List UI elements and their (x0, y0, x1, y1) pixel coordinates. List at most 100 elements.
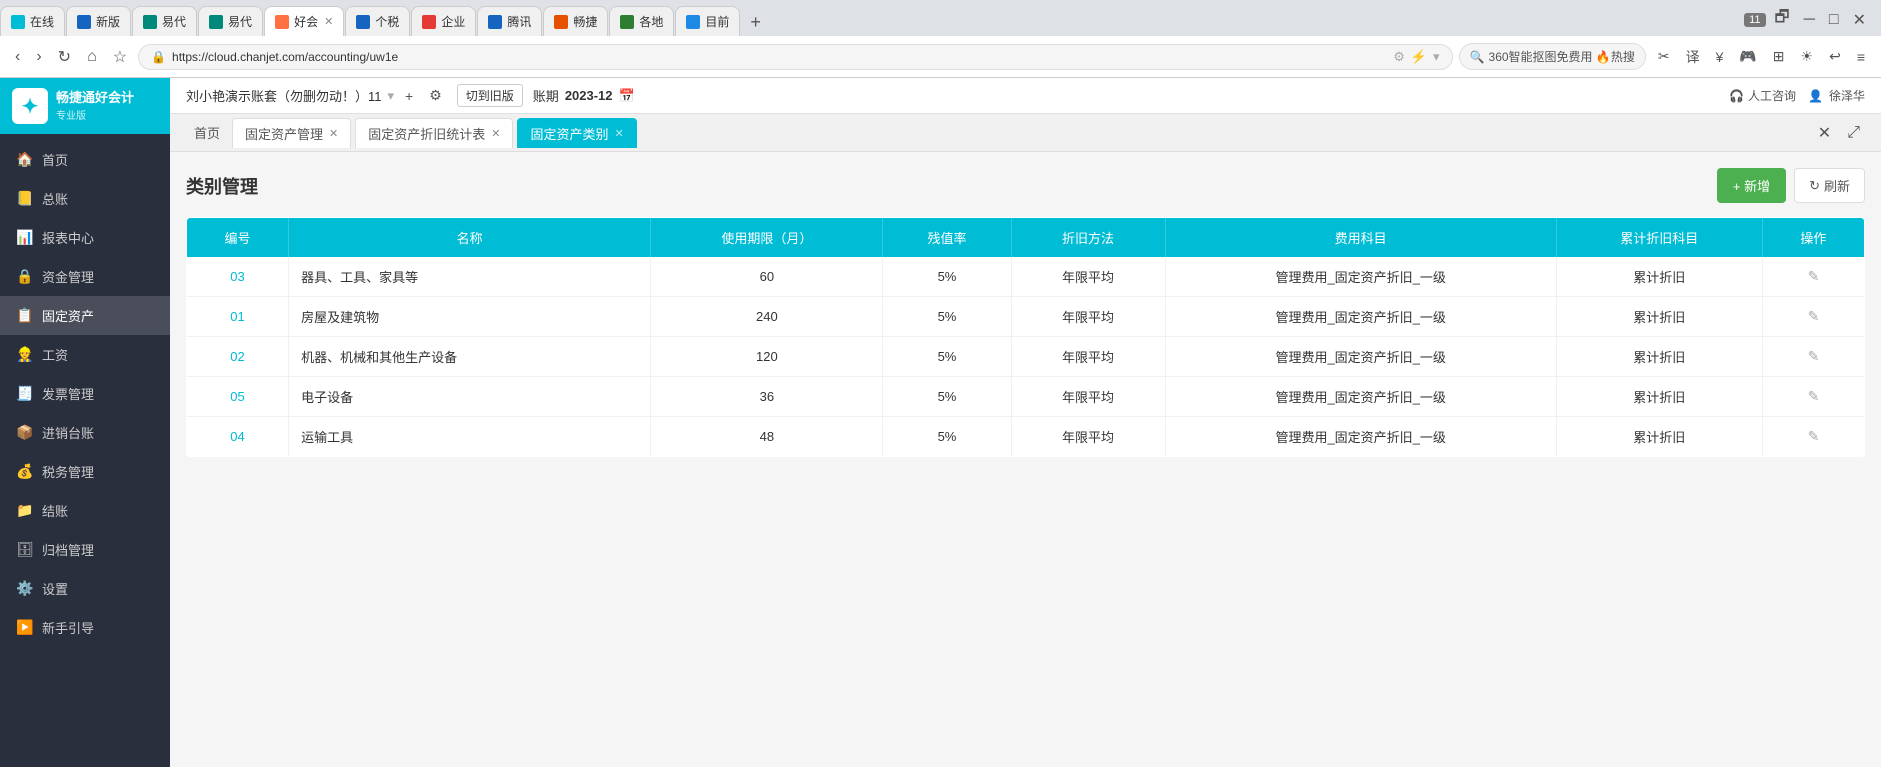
currency-icon[interactable]: ¥ (1710, 45, 1730, 69)
browser-tab-yidai2[interactable]: 易代 (198, 6, 263, 36)
tab-asset-mgmt-close[interactable]: ✕ (329, 127, 338, 140)
browser-tab-geshui[interactable]: 个税 (345, 6, 410, 36)
dropdown-arrow-icon[interactable]: ▾ (388, 88, 395, 104)
row-code-3[interactable]: 05 (187, 377, 289, 417)
tab-favicon (356, 15, 370, 29)
refresh-button[interactable]: ↻ 刷新 (1794, 168, 1865, 203)
browser-tab-yidai1[interactable]: 易代 (132, 6, 197, 36)
tab-favicon (554, 15, 568, 29)
row-code-1[interactable]: 01 (187, 297, 289, 337)
translate-icon[interactable]: 译 (1680, 43, 1706, 71)
refresh-icon: ↻ (1809, 178, 1820, 194)
sidebar-nav: 🏠 首页 📒 总账 📊 报表中心 🔒 资金管理 📋 固定资产 👷 工资 (0, 134, 170, 767)
calendar-icon[interactable]: 📅 (619, 88, 635, 104)
row-expense-4: 管理费用_固定资产折旧_一级 (1165, 417, 1556, 457)
search-box[interactable]: 🔍 360智能抠图免费用 🔥热搜 (1459, 43, 1646, 70)
refresh-label: 刷新 (1824, 176, 1850, 195)
close-window-button[interactable]: ✕ (1848, 7, 1871, 33)
browser-tab-muqian[interactable]: 目前 (675, 6, 740, 36)
menu-icon[interactable]: ≡ (1851, 45, 1871, 69)
row-code-0[interactable]: 03 (187, 257, 289, 297)
add-category-button[interactable]: + 新增 (1717, 168, 1786, 203)
sidebar-item-settings[interactable]: ⚙️ 设置 (0, 569, 170, 608)
sidebar-item-checkout[interactable]: 📁 结账 (0, 491, 170, 530)
sidebar-item-archive[interactable]: 🗄 归档管理 (0, 530, 170, 569)
browser-tab-zaixin[interactable]: 在线 (0, 6, 65, 36)
switch-version-button[interactable]: 切到旧版 (457, 84, 523, 107)
sidebar-item-inventory[interactable]: 📦 进销台账 (0, 413, 170, 452)
sidebar-item-home[interactable]: 🏠 首页 (0, 140, 170, 179)
breadcrumb-home[interactable]: 首页 (186, 119, 228, 146)
new-tab-button[interactable]: + (745, 9, 766, 36)
game-icon[interactable]: 🎮 (1733, 44, 1762, 69)
row-method-0: 年限平均 (1011, 257, 1165, 297)
row-action-2[interactable]: ✎ (1762, 337, 1864, 377)
restore-window-button[interactable]: 🗗 (1770, 3, 1795, 36)
tab-asset-category-close[interactable]: ✕ (615, 127, 624, 140)
expand-icon: ⚡ (1411, 49, 1427, 65)
undo-icon[interactable]: ↩ (1823, 44, 1847, 69)
row-action-1[interactable]: ✎ (1762, 297, 1864, 337)
sidebar-item-home-label: 首页 (42, 150, 68, 169)
settings-gear-button[interactable]: ⚙ (424, 84, 447, 107)
tab-depreciation-close[interactable]: ✕ (491, 127, 500, 140)
forward-button[interactable]: › (31, 45, 46, 69)
period-value: 2023-12 (565, 88, 613, 103)
tab-asset-category[interactable]: 固定资产类别 ✕ (517, 118, 636, 148)
minimize-button[interactable]: ─ (1799, 8, 1820, 32)
expand-tab-button[interactable]: ⤢ (1842, 120, 1865, 146)
browser-tab-changjie[interactable]: 畅捷 (543, 6, 608, 36)
scissors-icon[interactable]: ✂ (1652, 44, 1676, 69)
edit-icon-3[interactable]: ✎ (1808, 388, 1820, 404)
consult-button[interactable]: 🎧 人工咨询 (1729, 87, 1796, 104)
browser-tab-tengxun[interactable]: 腾讯 (477, 6, 542, 36)
tab-label: 个税 (375, 13, 399, 30)
close-tab-button[interactable]: ✕ (1813, 120, 1836, 146)
sidebar-item-salary[interactable]: 👷 工资 (0, 335, 170, 374)
sidebar-item-funds[interactable]: 🔒 资金管理 (0, 257, 170, 296)
maximize-button[interactable]: □ (1824, 8, 1844, 32)
bookmark-button[interactable]: ☆ (108, 44, 132, 70)
browser-tab-qiye[interactable]: 企业 (411, 6, 476, 36)
brightness-icon[interactable]: ☀ (1795, 44, 1820, 69)
user-name: 徐泽华 (1829, 87, 1865, 104)
row-action-3[interactable]: ✎ (1762, 377, 1864, 417)
reload-button[interactable]: ↻ (53, 44, 76, 70)
browser-tab-xinban[interactable]: 新版 (66, 6, 131, 36)
user-menu[interactable]: 👤 徐泽华 (1808, 87, 1865, 104)
edit-icon-4[interactable]: ✎ (1808, 428, 1820, 444)
page-header: 类别管理 + 新增 ↻ 刷新 (186, 168, 1865, 203)
edit-icon-0[interactable]: ✎ (1808, 268, 1820, 284)
row-code-2[interactable]: 02 (187, 337, 289, 377)
sidebar-item-archive-label: 归档管理 (42, 540, 94, 559)
tab-favicon (620, 15, 634, 29)
dropdown-icon[interactable]: ▾ (1433, 49, 1440, 65)
sidebar-item-reports[interactable]: 📊 报表中心 (0, 218, 170, 257)
tab-favicon (209, 15, 223, 29)
grid-icon[interactable]: ⊞ (1767, 44, 1791, 69)
tab-close-icon[interactable]: ✕ (324, 15, 333, 28)
sidebar-item-guide[interactable]: ▶️ 新手引导 (0, 608, 170, 647)
sidebar-item-ledger[interactable]: 📒 总账 (0, 179, 170, 218)
tab-asset-mgmt[interactable]: 固定资产管理 ✕ (232, 118, 351, 148)
row-action-0[interactable]: ✎ (1762, 257, 1864, 297)
edit-icon-2[interactable]: ✎ (1808, 348, 1820, 364)
browser-tab-haohui[interactable]: 好会 ✕ (264, 6, 344, 36)
sidebar-logo: ✦ 畅捷通好会计 专业版 (0, 78, 170, 134)
row-action-4[interactable]: ✎ (1762, 417, 1864, 457)
row-code-4[interactable]: 04 (187, 417, 289, 457)
sidebar-item-tax[interactable]: 💰 税务管理 (0, 452, 170, 491)
search-icon: 🔍 (1470, 50, 1485, 64)
edit-icon-1[interactable]: ✎ (1808, 308, 1820, 324)
col-method: 折旧方法 (1011, 218, 1165, 258)
tab-depreciation[interactable]: 固定资产折旧统计表 ✕ (355, 118, 513, 148)
sidebar-item-invoice[interactable]: 🧾 发票管理 (0, 374, 170, 413)
tab-favicon (143, 15, 157, 29)
sidebar-item-fixed-assets[interactable]: 📋 固定资产 (0, 296, 170, 335)
back-button[interactable]: ‹ (10, 45, 25, 69)
url-box[interactable]: 🔒 https://cloud.chanjet.com/accounting/u… (138, 44, 1452, 70)
browser-tab-gedi[interactable]: 各地 (609, 6, 674, 36)
add-account-button[interactable]: + (400, 85, 418, 107)
checkout-icon: 📁 (16, 502, 34, 520)
home-button[interactable]: ⌂ (82, 45, 102, 69)
